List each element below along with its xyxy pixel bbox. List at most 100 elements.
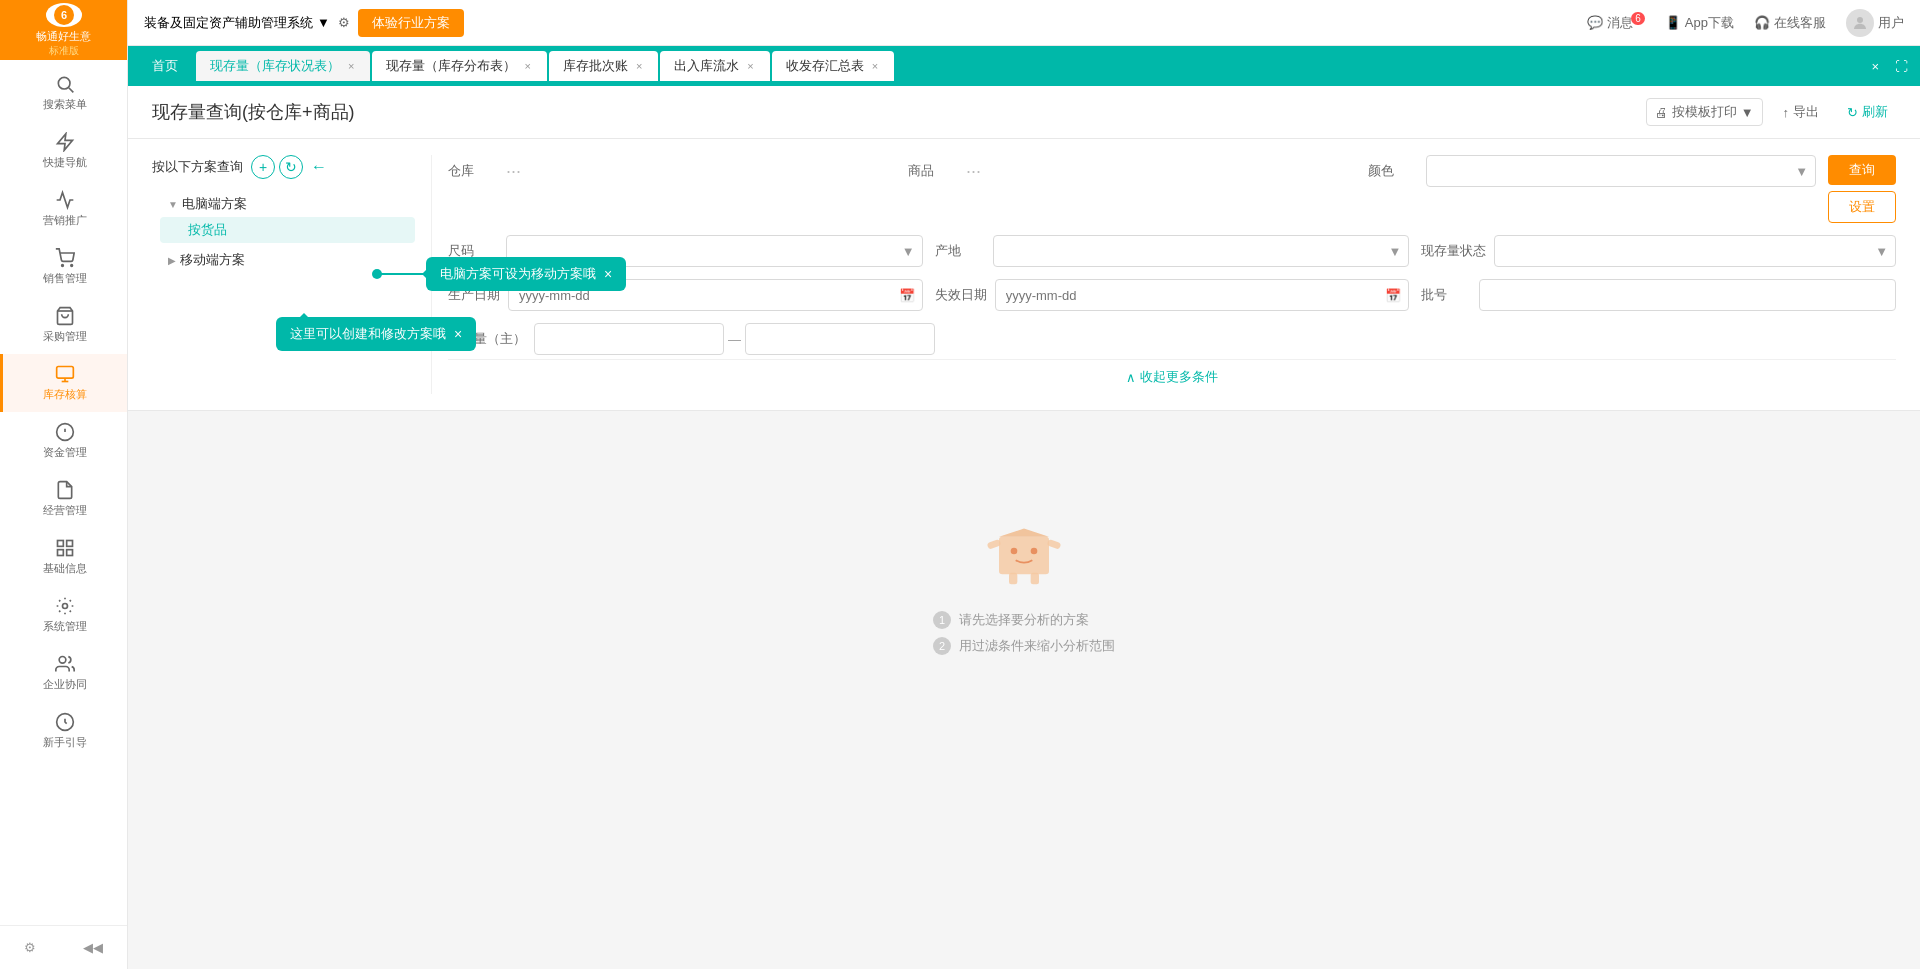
tab-in-out-flow-label: 出入库流水: [674, 57, 739, 75]
warehouse-dots[interactable]: ···: [506, 162, 521, 180]
sidebar-label-base: 基础信息: [43, 561, 87, 576]
expiry-date-input[interactable]: [995, 279, 1410, 311]
sidebar-item-cooperation[interactable]: 企业协同: [0, 644, 127, 702]
tooltip-create-close[interactable]: ×: [454, 326, 462, 342]
sidebar-item-marketing[interactable]: 营销推广: [0, 180, 127, 238]
sidebar-footer: ⚙ ◀◀: [0, 925, 127, 969]
svg-rect-8: [57, 367, 74, 379]
notification-btn[interactable]: 💬 消息 6: [1587, 14, 1645, 32]
collapse-btn[interactable]: ∧ 收起更多条件: [448, 359, 1896, 394]
tab-receive-send[interactable]: 收发存汇总表 ×: [772, 51, 894, 81]
scheme-tree: ▼ 电脑端方案 按货品 ▶ 移动端方案: [152, 191, 415, 273]
tab-home-label: 首页: [152, 58, 178, 73]
page-actions: 🖨 按模板打印 ▼ ↑ 导出 ↻ 刷新: [1646, 98, 1896, 126]
add-scheme-btn[interactable]: +: [251, 155, 275, 179]
sidebar-item-purchase[interactable]: 采购管理: [0, 296, 127, 354]
scheme-item-goods[interactable]: 按货品: [160, 217, 415, 243]
svg-point-21: [1857, 17, 1863, 23]
origin-select[interactable]: [993, 235, 1410, 267]
export-icon: ↑: [1783, 105, 1790, 120]
refresh-btn[interactable]: ↻ 刷新: [1839, 99, 1896, 125]
sidebar-label-search: 搜索菜单: [43, 97, 87, 112]
tab-batch-ledger-close[interactable]: ×: [634, 59, 644, 73]
tooltip-scheme-close[interactable]: ×: [604, 266, 612, 282]
tip-num-1: 1: [933, 611, 951, 629]
goods-dots[interactable]: ···: [966, 162, 981, 180]
svg-point-23: [1011, 548, 1018, 555]
print-btn[interactable]: 🖨 按模板打印 ▼: [1646, 98, 1763, 126]
experience-btn[interactable]: 体验行业方案: [358, 9, 464, 37]
sidebar-item-base[interactable]: 基础信息: [0, 528, 127, 586]
field-stock-status: 现存量状态 ▼: [1421, 235, 1896, 267]
online-support-btn[interactable]: 🎧 在线客服: [1754, 14, 1826, 32]
export-btn[interactable]: ↑ 导出: [1775, 99, 1828, 125]
tab-inventory-dist-close[interactable]: ×: [522, 59, 532, 73]
tooltip-scheme: 电脑方案可设为移动方案哦 ×: [426, 257, 626, 291]
color-select[interactable]: [1426, 155, 1816, 187]
top-header: 装备及固定资产辅助管理系统 ▼ ⚙ 体验行业方案 💬 消息 6 📱 App下载 …: [128, 0, 1920, 46]
color-label: 颜色: [1368, 162, 1418, 180]
sidebar-nav: 搜索菜单 快捷导航 营销推广 销售管理 采购管理 库存核算 资金管理 经营管理: [0, 60, 127, 925]
phone-icon: 📱: [1665, 15, 1681, 30]
stock-qty-range: —: [534, 323, 935, 355]
tip-text-1: 请先选择要分析的方案: [959, 611, 1089, 629]
tab-fullscreen-btn[interactable]: ⛶: [1891, 55, 1912, 78]
tab-in-out-flow-close[interactable]: ×: [745, 59, 755, 73]
batch-input[interactable]: [1479, 279, 1896, 311]
header-settings-icon[interactable]: ⚙: [338, 15, 350, 30]
export-label: 导出: [1793, 103, 1819, 121]
svg-point-2: [58, 77, 70, 89]
origin-select-wrapper: ▼: [993, 235, 1410, 267]
tab-home[interactable]: 首页: [136, 51, 194, 81]
sidebar-item-quicknav[interactable]: 快捷导航: [0, 122, 127, 180]
sidebar-item-search[interactable]: 搜索菜单: [0, 64, 127, 122]
app-download-btn[interactable]: 📱 App下载: [1665, 14, 1734, 32]
refresh-scheme-btn[interactable]: ↻: [279, 155, 303, 179]
sidebar-item-inventory[interactable]: 库存核算: [0, 354, 127, 412]
tab-batch-ledger-label: 库存批次账: [563, 57, 628, 75]
sidebar-label-finance: 资金管理: [43, 445, 87, 460]
svg-rect-25: [1009, 573, 1017, 585]
tab-batch-ledger[interactable]: 库存批次账 ×: [549, 51, 658, 81]
tab-receive-send-close[interactable]: ×: [870, 59, 880, 73]
query-btn[interactable]: 查询: [1828, 155, 1896, 185]
filter-label: 按以下方案查询: [152, 158, 243, 176]
sidebar-item-finance[interactable]: 资金管理: [0, 412, 127, 470]
expiry-date-wrapper: 📅: [995, 279, 1410, 311]
tab-inventory-dist[interactable]: 现存量（库存分布表） ×: [372, 51, 546, 81]
field-color: 颜色 ▼: [1368, 155, 1816, 187]
sidebar-item-operations[interactable]: 经营管理: [0, 470, 127, 528]
app-logo: 6 畅通好生意 标准版: [0, 0, 127, 60]
tab-bar-actions: × ⛶: [1867, 55, 1912, 78]
tab-in-out-flow[interactable]: 出入库流水 ×: [660, 51, 769, 81]
scheme-item-goods-label: 按货品: [188, 222, 227, 237]
system-title-dropdown[interactable]: 装备及固定资产辅助管理系统 ▼: [144, 14, 330, 32]
prev-scheme-btn[interactable]: ←: [307, 155, 331, 179]
user-avatar[interactable]: 用户: [1846, 9, 1904, 37]
tip-text-2: 用过滤条件来缩小分析范围: [959, 637, 1115, 655]
stock-qty-min-input[interactable]: [534, 323, 724, 355]
reset-btn[interactable]: 设置: [1828, 191, 1896, 223]
tab-close-all-btn[interactable]: ×: [1867, 55, 1883, 78]
stock-status-select[interactable]: [1494, 235, 1896, 267]
tab-inventory-status-close[interactable]: ×: [346, 59, 356, 73]
tab-inventory-status[interactable]: 现存量（库存状况表） ×: [196, 51, 370, 81]
filter-area: 电脑方案可设为移动方案哦 × 这里可以创建和修改方案哦 × 按以下方案查询 +: [128, 139, 1920, 411]
tab-bar: 首页 现存量（库存状况表） × 现存量（库存分布表） × 库存批次账 × 出入库…: [128, 46, 1920, 86]
notification-badge: 6: [1631, 12, 1645, 25]
sidebar-item-guide[interactable]: 新手引导: [0, 702, 127, 760]
filter-header: 按以下方案查询 + ↻ ←: [152, 155, 415, 179]
svg-rect-16: [67, 550, 73, 556]
sidebar-item-sales[interactable]: 销售管理: [0, 238, 127, 296]
origin-label: 产地: [935, 242, 985, 260]
collapse-sidebar-btn[interactable]: ◀◀: [79, 936, 107, 959]
sidebar-label-guide: 新手引导: [43, 735, 87, 750]
logo-icon: 6: [46, 3, 82, 27]
stock-qty-max-input[interactable]: [745, 323, 935, 355]
expiry-date-label: 失效日期: [935, 286, 987, 304]
settings-btn[interactable]: ⚙: [20, 936, 40, 959]
pc-scheme-header[interactable]: ▼ 电脑端方案: [160, 191, 415, 217]
sidebar-item-system[interactable]: 系统管理: [0, 586, 127, 644]
empty-tip-1: 1 请先选择要分析的方案: [933, 611, 1115, 629]
svg-point-18: [63, 604, 68, 609]
